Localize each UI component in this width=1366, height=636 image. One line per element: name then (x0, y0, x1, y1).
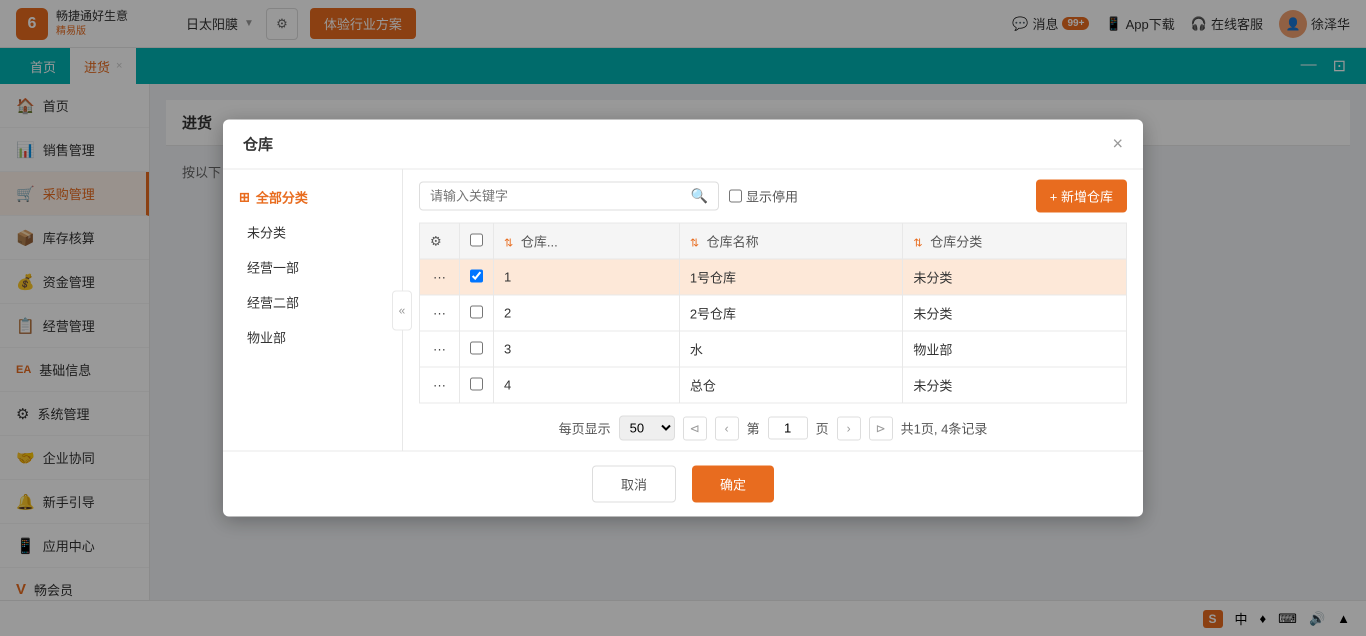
table-header-row: ⚙ ⇅ 仓库... ⇅ 仓库名称 ⇅ (420, 223, 1127, 259)
row-category-1: 未分类 (903, 295, 1127, 331)
dialog-footer: 取消 确定 (223, 451, 1143, 517)
row-name-3: 总仓 (679, 367, 903, 403)
add-warehouse-button[interactable]: + 新增仓库 (1036, 180, 1127, 213)
collapse-panel-button[interactable]: « (392, 290, 412, 330)
table-row[interactable]: ··· 4 总仓 未分类 (420, 367, 1127, 403)
per-page-select[interactable]: 50 100 200 (619, 416, 675, 441)
row-category-3: 未分类 (903, 367, 1127, 403)
row-name-1: 2号仓库 (679, 295, 903, 331)
table-row[interactable]: ··· 2 2号仓库 未分类 (420, 295, 1127, 331)
table-row[interactable]: ··· 1 1号仓库 未分类 (420, 259, 1127, 295)
row-category-0: 未分类 (903, 259, 1127, 295)
page-next-button[interactable]: › (837, 416, 861, 440)
sort-icon-category: ⇅ (913, 238, 922, 250)
search-box: 🔍 (419, 182, 719, 211)
row-category-2: 物业部 (903, 331, 1127, 367)
per-page-label: 每页显示 (559, 419, 611, 438)
col-code: ⇅ 仓库... (494, 223, 680, 259)
row-check-3[interactable] (460, 367, 494, 403)
page-prev-button[interactable]: ‹ (715, 416, 739, 440)
category-item-property[interactable]: 物业部 (223, 320, 402, 355)
dialog-header: 仓库 × (223, 120, 1143, 170)
category-item-uncategorized[interactable]: 未分类 (223, 215, 402, 250)
pagination: 每页显示 50 100 200 ⊲ ‹ 第 页 › ⊳ 共1页, 4条记录 (419, 416, 1127, 441)
search-input[interactable] (430, 189, 691, 204)
cancel-button[interactable]: 取消 (592, 466, 676, 503)
category-all[interactable]: ⊞ 全部分类 (223, 180, 402, 215)
page-first-button[interactable]: ⊲ (683, 416, 707, 440)
table-toolbar: 🔍 显示停用 + 新增仓库 (419, 180, 1127, 213)
row-actions-1[interactable]: ··· (420, 295, 460, 331)
grid-icon: ⊞ (239, 189, 250, 205)
select-all-checkbox[interactable] (470, 233, 483, 246)
category-item-ops1[interactable]: 经营一部 (223, 250, 402, 285)
sort-icon-code: ⇅ (504, 238, 513, 250)
page-label: 第 (747, 419, 760, 438)
page-last-button[interactable]: ⊳ (869, 416, 893, 440)
show-disabled-label[interactable]: 显示停用 (729, 187, 798, 206)
row-actions-3[interactable]: ··· (420, 367, 460, 403)
dialog-close-button[interactable]: × (1112, 134, 1123, 155)
row-name-2: 水 (679, 331, 903, 367)
col-check (460, 223, 494, 259)
col-gear: ⚙ (420, 223, 460, 259)
warehouse-table: ⚙ ⇅ 仓库... ⇅ 仓库名称 ⇅ (419, 223, 1127, 404)
total-label: 共1页, 4条记录 (901, 419, 988, 438)
show-disabled-text: 显示停用 (746, 187, 798, 206)
row-num-2: 3 (494, 331, 680, 367)
row-name-0: 1号仓库 (679, 259, 903, 295)
category-all-label: 全部分类 (256, 188, 308, 207)
page-number-input[interactable] (768, 417, 808, 440)
show-disabled-checkbox[interactable] (729, 190, 742, 203)
search-icon[interactable]: 🔍 (691, 188, 708, 205)
warehouse-dialog: 仓库 × ⊞ 全部分类 未分类 经营一部 经营二部 物业部 « 🔍 (223, 120, 1143, 517)
row-num-3: 4 (494, 367, 680, 403)
confirm-button[interactable]: 确定 (692, 466, 774, 503)
category-panel: ⊞ 全部分类 未分类 经营一部 经营二部 物业部 « (223, 170, 403, 451)
row-num-1: 2 (494, 295, 680, 331)
row-actions-2[interactable]: ··· (420, 331, 460, 367)
col-category: ⇅ 仓库分类 (903, 223, 1127, 259)
row-check-0[interactable] (460, 259, 494, 295)
row-check-1[interactable] (460, 295, 494, 331)
row-check-2[interactable] (460, 331, 494, 367)
table-row[interactable]: ··· 3 水 物业部 (420, 331, 1127, 367)
sort-icon-name: ⇅ (690, 238, 699, 250)
category-item-ops2[interactable]: 经营二部 (223, 285, 402, 320)
row-num-0: 1 (494, 259, 680, 295)
col-name: ⇅ 仓库名称 (679, 223, 903, 259)
table-panel: 🔍 显示停用 + 新增仓库 ⚙ ⇅ (403, 170, 1143, 451)
row-actions-0[interactable]: ··· (420, 259, 460, 295)
dialog-title: 仓库 (243, 134, 273, 155)
table-body: ··· 1 1号仓库 未分类 ··· 2 2号仓库 未分类 ··· 3 水 物业… (420, 259, 1127, 403)
page-unit: 页 (816, 419, 829, 438)
dialog-body: ⊞ 全部分类 未分类 经营一部 经营二部 物业部 « 🔍 显示停用 + 新增 (223, 170, 1143, 451)
